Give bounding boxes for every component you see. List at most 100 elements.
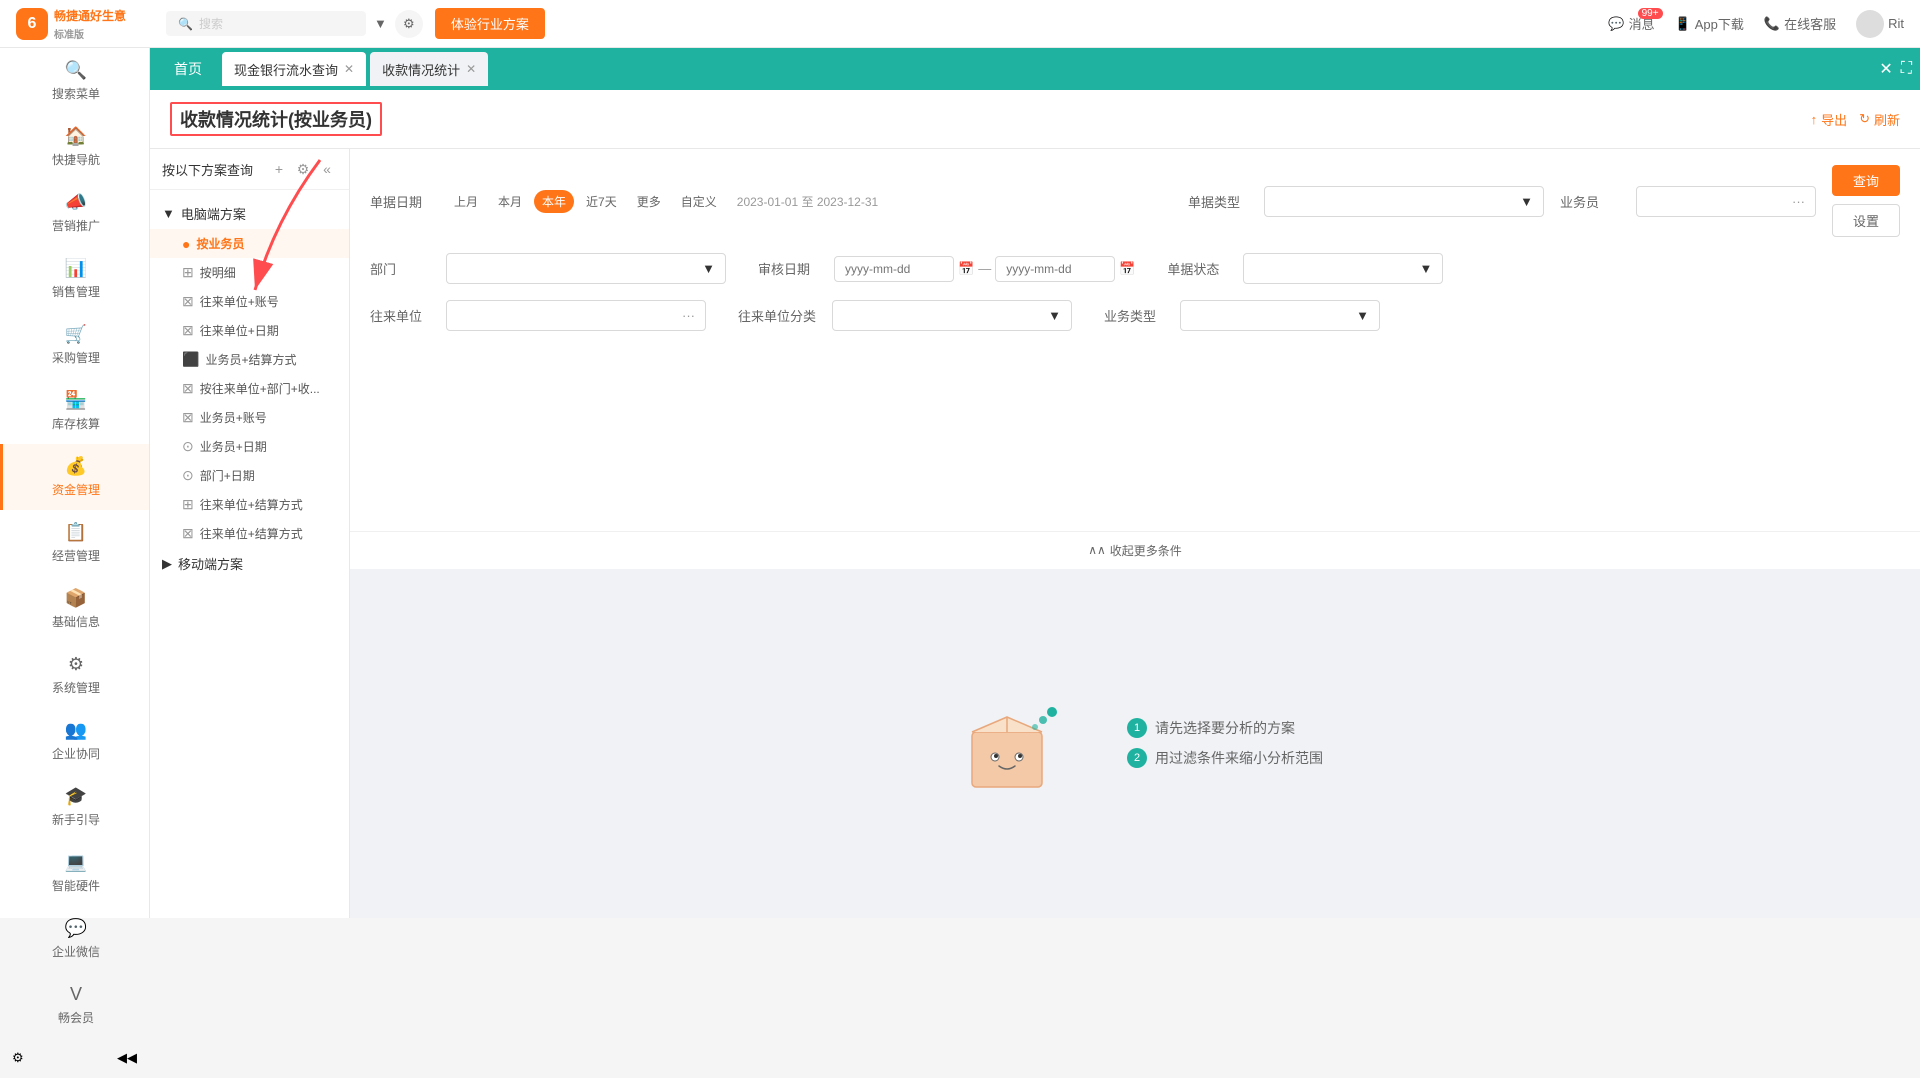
sidebar-item-guide[interactable]: 🎓 新手引导 <box>0 774 149 840</box>
sidebar-item-basic[interactable]: 📦 基础信息 <box>0 576 149 642</box>
tree-item-dept-date[interactable]: ⊙ 部门+日期 <box>150 461 349 490</box>
gear-button[interactable]: ⚙ <box>395 10 423 38</box>
sidebar-item-marketing[interactable]: 📣 营销推广 <box>0 180 149 246</box>
sidebar-item-finance[interactable]: 💰 资金管理 <box>0 444 149 510</box>
sidebar-item-sales[interactable]: 📊 销售管理 <box>0 246 149 312</box>
sidebar-label-quicknav: 快捷导航 <box>52 151 100 168</box>
date-range-display: 2023-01-01 至 2023-12-31 <box>737 193 878 210</box>
date-label: 单据日期 <box>370 192 430 211</box>
logo-area: 6 畅捷通好生意 标准版 <box>16 7 166 41</box>
member-icon: V <box>70 984 82 1005</box>
online-service-btn[interactable]: 📞 在线客服 <box>1764 14 1836 33</box>
tab-home[interactable]: 首页 <box>158 48 218 90</box>
collapse-bar[interactable]: ∧∧ 收起更多条件 <box>350 531 1920 569</box>
sidebar-item-wechat[interactable]: 💬 企业微信 <box>0 906 149 972</box>
sidebar-item-system[interactable]: ⚙ 系统管理 <box>0 642 149 708</box>
voucher-status-placeholder <box>1254 259 1267 278</box>
search-box: 🔍 搜索 <box>166 11 366 36</box>
tab-close-all-icon[interactable]: ✕ <box>1879 59 1892 79</box>
sidebar-label-sales: 销售管理 <box>52 283 100 300</box>
tab-collection-stats[interactable]: 收款情况统计 ✕ <box>370 52 488 86</box>
sidebar-item-purchase[interactable]: 🛒 采购管理 <box>0 312 149 378</box>
message-btn[interactable]: 💬 消息 99+ <box>1608 14 1654 33</box>
app-download-label: App下载 <box>1695 14 1744 33</box>
basic-icon: 📦 <box>65 588 87 609</box>
sidebar-item-member[interactable]: V 畅会员 <box>0 972 149 1038</box>
scheme-add-button[interactable]: + <box>269 159 289 179</box>
voucher-type-select[interactable]: ▼ <box>1264 186 1544 217</box>
counterparty-category-select[interactable]: ▼ <box>832 300 1072 331</box>
wechat-icon: 💬 <box>65 918 87 939</box>
settings-icon[interactable]: ⚙ <box>12 1050 24 1066</box>
header-dropdown[interactable]: ▼ <box>374 16 387 31</box>
user-area[interactable]: Rit <box>1856 10 1904 38</box>
tree-item-salesperson-date[interactable]: ⊙ 业务员+日期 <box>150 432 349 461</box>
date-tab-more[interactable]: 更多 <box>629 190 669 213</box>
tab-fullscreen-icon[interactable]: ⛶ <box>1901 60 1912 78</box>
tree-item-salesperson-account[interactable]: ⊠ 业务员+账号 <box>150 403 349 432</box>
tree-item-unit-dept[interactable]: ⊠ 按往来单位+部门+收... <box>150 374 349 403</box>
tree-item-icon-1: ⊞ <box>182 264 194 281</box>
dept-select[interactable]: ▼ <box>446 253 726 284</box>
sidebar-label-wechat: 企业微信 <box>52 943 100 960</box>
date-tab-this-year[interactable]: 本年 <box>534 190 574 213</box>
counterparty-select[interactable]: ··· <box>446 300 706 331</box>
salesperson-select[interactable]: ··· <box>1636 186 1816 217</box>
refresh-button[interactable]: ↻ 刷新 <box>1859 110 1900 129</box>
operations-icon: 📋 <box>65 522 87 543</box>
sidebar-item-quicknav[interactable]: 🏠 快捷导航 <box>0 114 149 180</box>
tree-item-unit-settle-2[interactable]: ⊠ 往来单位+结算方式 <box>150 519 349 548</box>
empty-step-1: 1 请先选择要分析的方案 <box>1127 718 1323 738</box>
system-icon: ⚙ <box>68 654 84 675</box>
top-header: 6 畅捷通好生意 标准版 🔍 搜索 ▼ ⚙ 体验行业方案 💬 消息 99+ 📱 … <box>0 0 1920 48</box>
sidebar-item-hardware[interactable]: 💻 智能硬件 <box>0 840 149 906</box>
query-button[interactable]: 查询 <box>1832 165 1900 196</box>
trial-button[interactable]: 体验行业方案 <box>435 8 545 39</box>
voucher-type-label: 单据类型 <box>1188 192 1248 211</box>
tab-bank-flow[interactable]: 现金银行流水查询 ✕ <box>222 52 366 86</box>
sidebar-item-inventory[interactable]: 🏪 库存核算 <box>0 378 149 444</box>
date-tab-last-month[interactable]: 上月 <box>446 190 486 213</box>
collapse-sidebar-icon[interactable]: ◀◀ <box>117 1050 137 1066</box>
business-type-select[interactable]: ▼ <box>1180 300 1380 331</box>
date-tab-this-month[interactable]: 本月 <box>490 190 530 213</box>
counterparty-label: 往来单位 <box>370 306 430 325</box>
download-icon: 📱 <box>1675 16 1691 32</box>
tree-group-mobile: ▶ 移动端方案 <box>150 548 349 579</box>
export-icon: ↑ <box>1811 112 1818 127</box>
filter-setting-button[interactable]: 设置 <box>1832 204 1900 237</box>
tab2-label: 收款情况统计 <box>382 60 460 79</box>
tree-item-icon-6: ⊠ <box>182 409 194 426</box>
page-header: 收款情况统计(按业务员) ↑ 导出 ↻ 刷新 <box>150 90 1920 149</box>
tree-item-salesperson-settle[interactable]: ⬛ 业务员+结算方式 <box>150 345 349 374</box>
tree-item-unit-settle-1[interactable]: ⊞ 往来单位+结算方式 <box>150 490 349 519</box>
inventory-icon: 🏪 <box>65 390 87 411</box>
tree-item-unit-date[interactable]: ⊠ 往来单位+日期 <box>150 316 349 345</box>
sidebar-label-hardware: 智能硬件 <box>52 877 100 894</box>
tab1-close-icon[interactable]: ✕ <box>344 62 354 76</box>
logo-text: 畅捷通好生意 <box>54 7 126 24</box>
scheme-setting-button[interactable]: ⚙ <box>293 159 313 179</box>
export-button[interactable]: ↑ 导出 <box>1811 110 1848 129</box>
mobile-group-label: 移动端方案 <box>178 554 243 573</box>
sidebar-item-operations[interactable]: 📋 经营管理 <box>0 510 149 576</box>
sidebar-item-collab[interactable]: 👥 企业协同 <box>0 708 149 774</box>
sidebar-item-search[interactable]: 🔍 搜索菜单 <box>0 48 149 114</box>
review-date-start[interactable] <box>834 256 954 282</box>
tree-item-icon-4: ⬛ <box>182 351 199 368</box>
review-date-end[interactable] <box>995 256 1115 282</box>
tree-item-unit-account[interactable]: ⊠ 往来单位+账号 <box>150 287 349 316</box>
tree-item-label-7: 业务员+日期 <box>200 438 267 455</box>
date-tab-7days[interactable]: 近7天 <box>578 190 625 213</box>
tree-item-icon-2: ⊠ <box>182 293 194 310</box>
date-tab-custom[interactable]: 自定义 <box>673 190 725 213</box>
tree-group-desktop-header[interactable]: ▼ 电脑端方案 <box>150 198 349 229</box>
tab2-close-icon[interactable]: ✕ <box>466 62 476 76</box>
tree-group-mobile-header[interactable]: ▶ 移动端方案 <box>150 548 349 579</box>
scheme-collapse-button[interactable]: « <box>317 159 337 179</box>
tree-item-detail[interactable]: ⊞ 按明细 <box>150 258 349 287</box>
tree-item-label-3: 往来单位+日期 <box>200 322 279 339</box>
voucher-status-select[interactable]: ▼ <box>1243 253 1443 284</box>
app-download-btn[interactable]: 📱 App下载 <box>1675 14 1744 33</box>
tree-item-salesperson[interactable]: ● 按业务员 <box>150 229 349 258</box>
